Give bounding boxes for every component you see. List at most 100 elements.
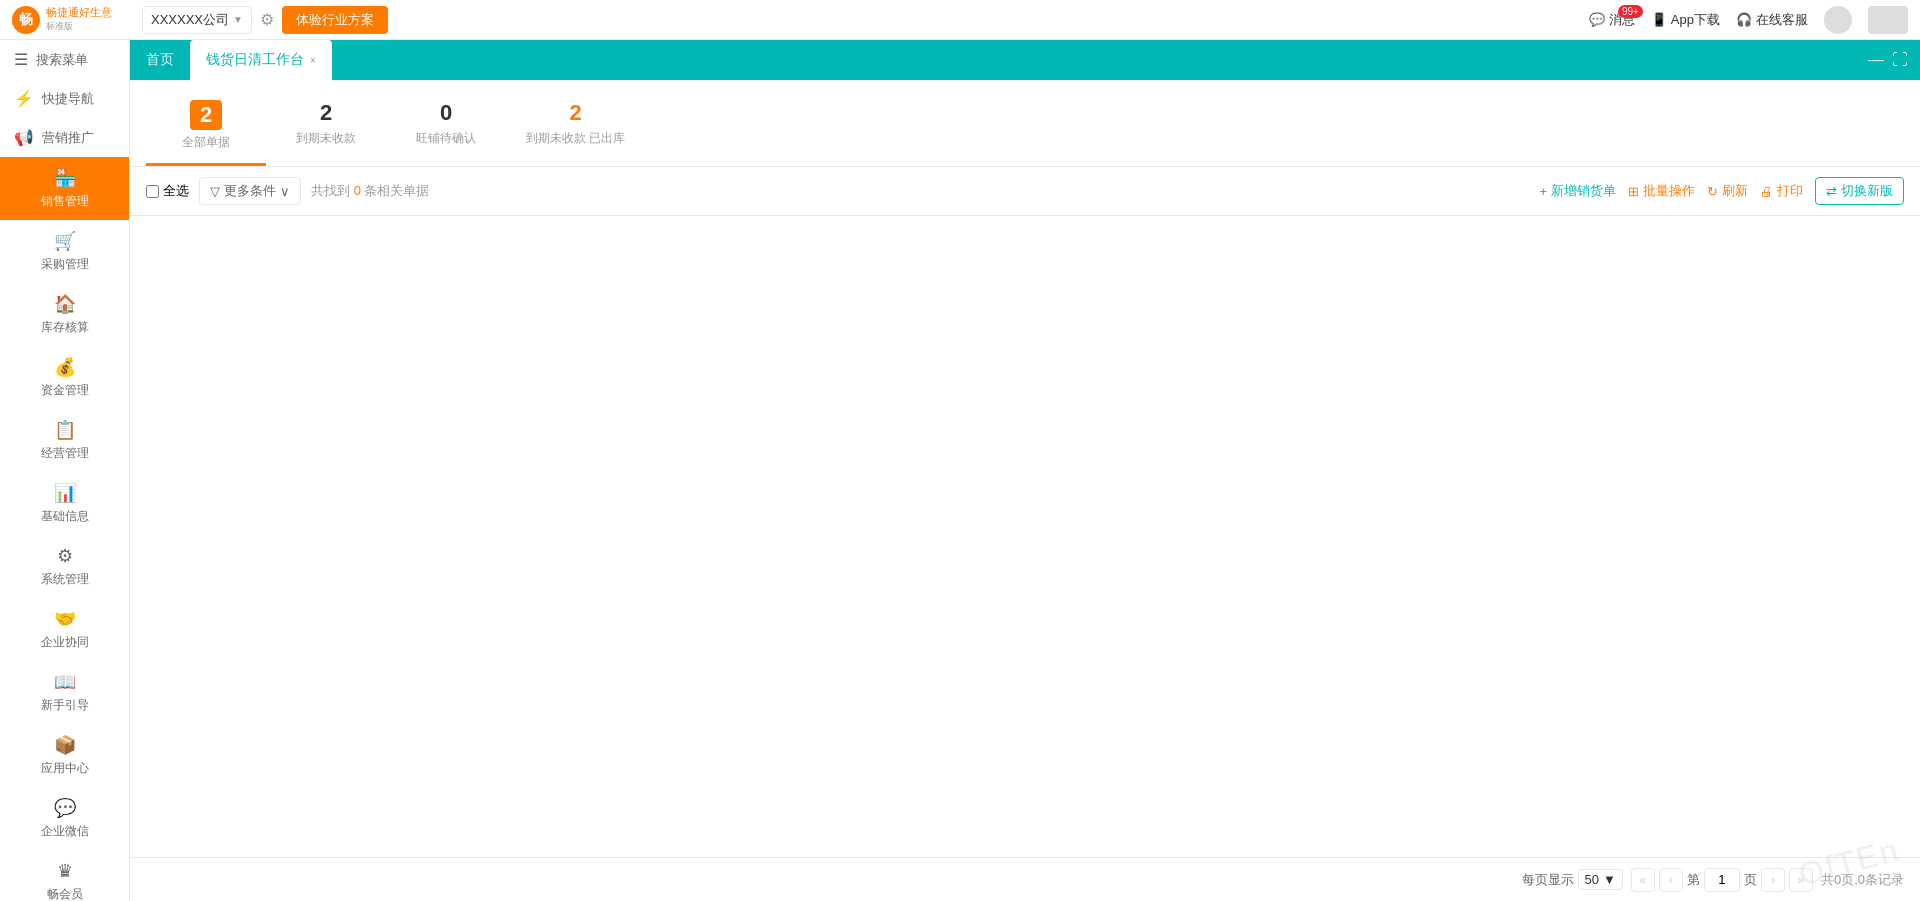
sidebar-item-marketing[interactable]: 📢 营销推广 <box>0 118 129 157</box>
sidebar-item-sales[interactable]: 🏪 销售管理 <box>0 157 129 220</box>
page-label: 第 <box>1687 871 1700 889</box>
sidebar-item-guide[interactable]: 📖 新手引导 <box>0 661 129 724</box>
add-btn-label: 新增销货单 <box>1551 182 1616 200</box>
company-selector[interactable]: XXXXXX公司 ▼ <box>142 6 252 34</box>
sidebar-item-app-center[interactable]: 📦 应用中心 <box>0 724 129 787</box>
sidebar-item-inventory[interactable]: 🏠 库存核算 <box>0 283 129 346</box>
page-nav: « ‹ 第 页 › » <box>1631 868 1813 892</box>
page-number-input[interactable] <box>1704 868 1740 892</box>
dropdown-arrow-icon: ▼ <box>1603 872 1616 887</box>
tab-active-label: 钱货日清工作台 <box>206 51 304 69</box>
sidebar-label-guide: 新手引导 <box>41 697 89 714</box>
toolbar-right: + 新增销货单 ⊞ 批量操作 ↻ 刷新 🖨 打印 <box>1539 177 1904 205</box>
crown-icon: ♛ <box>57 860 73 882</box>
print-label: 打印 <box>1777 182 1803 200</box>
stat-label-pending: 旺铺待确认 <box>406 130 486 147</box>
sidebar-label-operations: 经营管理 <box>41 445 89 462</box>
box-icon: 📦 <box>54 734 76 756</box>
refresh-button[interactable]: ↻ 刷新 <box>1707 182 1748 200</box>
last-page-button[interactable]: » <box>1789 868 1813 892</box>
sidebar-item-search-menu[interactable]: ☰ 搜索菜单 <box>0 40 129 79</box>
company-name: XXXXXX公司 <box>151 11 229 29</box>
avatar[interactable] <box>1824 6 1852 34</box>
stat-number-pending: 0 <box>440 100 452 126</box>
stat-label-all: 全部单据 <box>166 134 246 151</box>
batch-button[interactable]: ⊞ 批量操作 <box>1628 182 1695 200</box>
plus-icon: + <box>1539 184 1547 199</box>
stat-tab-pending[interactable]: 0 旺铺待确认 <box>386 92 506 166</box>
minimize-icon[interactable]: — <box>1868 51 1884 69</box>
found-text: 共找到 0 条相关单据 <box>311 182 429 200</box>
select-all-label: 全选 <box>163 182 189 200</box>
top-bar: 畅 畅捷通好生意 标准版 XXXXXX公司 ▼ ⚙ 体验行业方案 💬 消息 99… <box>0 0 1920 40</box>
expand-icon[interactable]: ⛶ <box>1892 51 1908 69</box>
search-icon: ☰ <box>14 50 28 69</box>
cart-icon: 🛒 <box>54 230 76 252</box>
tab-home[interactable]: 首页 <box>130 40 190 80</box>
found-prefix: 共找到 <box>311 183 350 198</box>
page-size-select: 每页显示 50 ▼ <box>1522 869 1623 890</box>
chat-icon: 💬 <box>54 797 76 819</box>
page-size-dropdown[interactable]: 50 ▼ <box>1578 869 1623 890</box>
sidebar-item-member[interactable]: ♛ 畅会员 <box>0 850 129 901</box>
filter-label: 更多条件 <box>224 182 276 200</box>
sidebar-label-finance: 资金管理 <box>41 382 89 399</box>
filter-button[interactable]: ▽ 更多条件 ∨ <box>199 177 301 205</box>
online-service-button[interactable]: 🎧 在线客服 <box>1736 11 1808 29</box>
prev-page-button[interactable]: ‹ <box>1659 868 1683 892</box>
add-sales-button[interactable]: + 新增销货单 <box>1539 182 1616 200</box>
per-page-label: 每页显示 <box>1522 871 1574 889</box>
stat-tab-all[interactable]: 2 全部单据 <box>146 92 266 166</box>
close-icon[interactable]: × <box>310 55 316 66</box>
settings-icon[interactable]: ⚙ <box>260 10 274 29</box>
sidebar-item-system[interactable]: ⚙ 系统管理 <box>0 535 129 598</box>
stat-number-all: 2 <box>190 100 222 130</box>
report-icon: 📋 <box>54 419 76 441</box>
sidebar: ☰ 搜索菜单 ⚡ 快捷导航 📢 营销推广 🏪 销售管理 🛒 采购管理 🏠 库存核… <box>0 40 130 901</box>
stat-tab-overdue[interactable]: 2 到期未收款 <box>266 92 386 166</box>
app-download-label: App下载 <box>1671 11 1720 29</box>
sidebar-label-app-center: 应用中心 <box>41 760 89 777</box>
stats-tabs: 2 全部单据 2 到期未收款 0 旺铺待确认 2 到期未收款 已出库 <box>130 80 1920 167</box>
sidebar-item-wechat[interactable]: 💬 企业微信 <box>0 787 129 850</box>
stat-number-overdue: 2 <box>320 100 332 126</box>
logo-badge: 标准版 <box>46 20 112 33</box>
service-icon: 🎧 <box>1736 12 1752 27</box>
print-icon: 🖨 <box>1760 184 1773 199</box>
page-size-value: 50 <box>1585 872 1599 887</box>
sidebar-label-wechat: 企业微信 <box>41 823 89 840</box>
app-download-button[interactable]: 📱 App下载 <box>1651 11 1720 29</box>
select-all-checkbox[interactable]: 全选 <box>146 182 189 200</box>
book-icon: 📖 <box>54 671 76 693</box>
sidebar-item-operations[interactable]: 📋 经营管理 <box>0 409 129 472</box>
sidebar-item-finance[interactable]: 💰 资金管理 <box>0 346 129 409</box>
print-button[interactable]: 🖨 打印 <box>1760 182 1803 200</box>
switch-version-button[interactable]: ⇄ 切换新版 <box>1815 177 1904 205</box>
sidebar-label-system: 系统管理 <box>41 571 89 588</box>
megaphone-icon: 📢 <box>14 128 34 147</box>
table-area <box>130 216 1920 857</box>
download-icon: 📱 <box>1651 12 1667 27</box>
sidebar-item-purchase[interactable]: 🛒 采购管理 <box>0 220 129 283</box>
sidebar-item-cooperation[interactable]: 🤝 企业协同 <box>0 598 129 661</box>
tab-active[interactable]: 钱货日清工作台 × <box>190 40 332 80</box>
checkbox-input[interactable] <box>146 185 159 198</box>
toolbar: 全选 ▽ 更多条件 ∨ 共找到 0 条相关单据 + <box>130 167 1920 216</box>
online-service-label: 在线客服 <box>1756 11 1808 29</box>
trial-button[interactable]: 体验行业方案 <box>282 6 388 34</box>
sidebar-item-quick-nav[interactable]: ⚡ 快捷导航 <box>0 79 129 118</box>
top-bar-right: 💬 消息 99+ 📱 App下载 🎧 在线客服 <box>1589 6 1908 34</box>
pagination: 每页显示 50 ▼ « ‹ 第 页 <box>130 857 1920 901</box>
next-page-button[interactable]: › <box>1761 868 1785 892</box>
message-button[interactable]: 💬 消息 99+ <box>1589 11 1635 29</box>
logo-icon: 畅 <box>12 6 40 34</box>
main-layout: ☰ 搜索菜单 ⚡ 快捷导航 📢 营销推广 🏪 销售管理 🛒 采购管理 🏠 库存核… <box>0 40 1920 901</box>
sidebar-item-base-info[interactable]: 📊 基础信息 <box>0 472 129 535</box>
tab-bar-actions: — ⛶ <box>1868 51 1920 69</box>
user-info[interactable] <box>1868 6 1908 34</box>
stat-tab-unshipped[interactable]: 2 到期未收款 已出库 <box>506 92 645 166</box>
chevron-down-icon: ▼ <box>233 14 243 25</box>
message-icon: 💬 <box>1589 12 1605 27</box>
switch-label: 切换新版 <box>1841 182 1893 200</box>
first-page-button[interactable]: « <box>1631 868 1655 892</box>
